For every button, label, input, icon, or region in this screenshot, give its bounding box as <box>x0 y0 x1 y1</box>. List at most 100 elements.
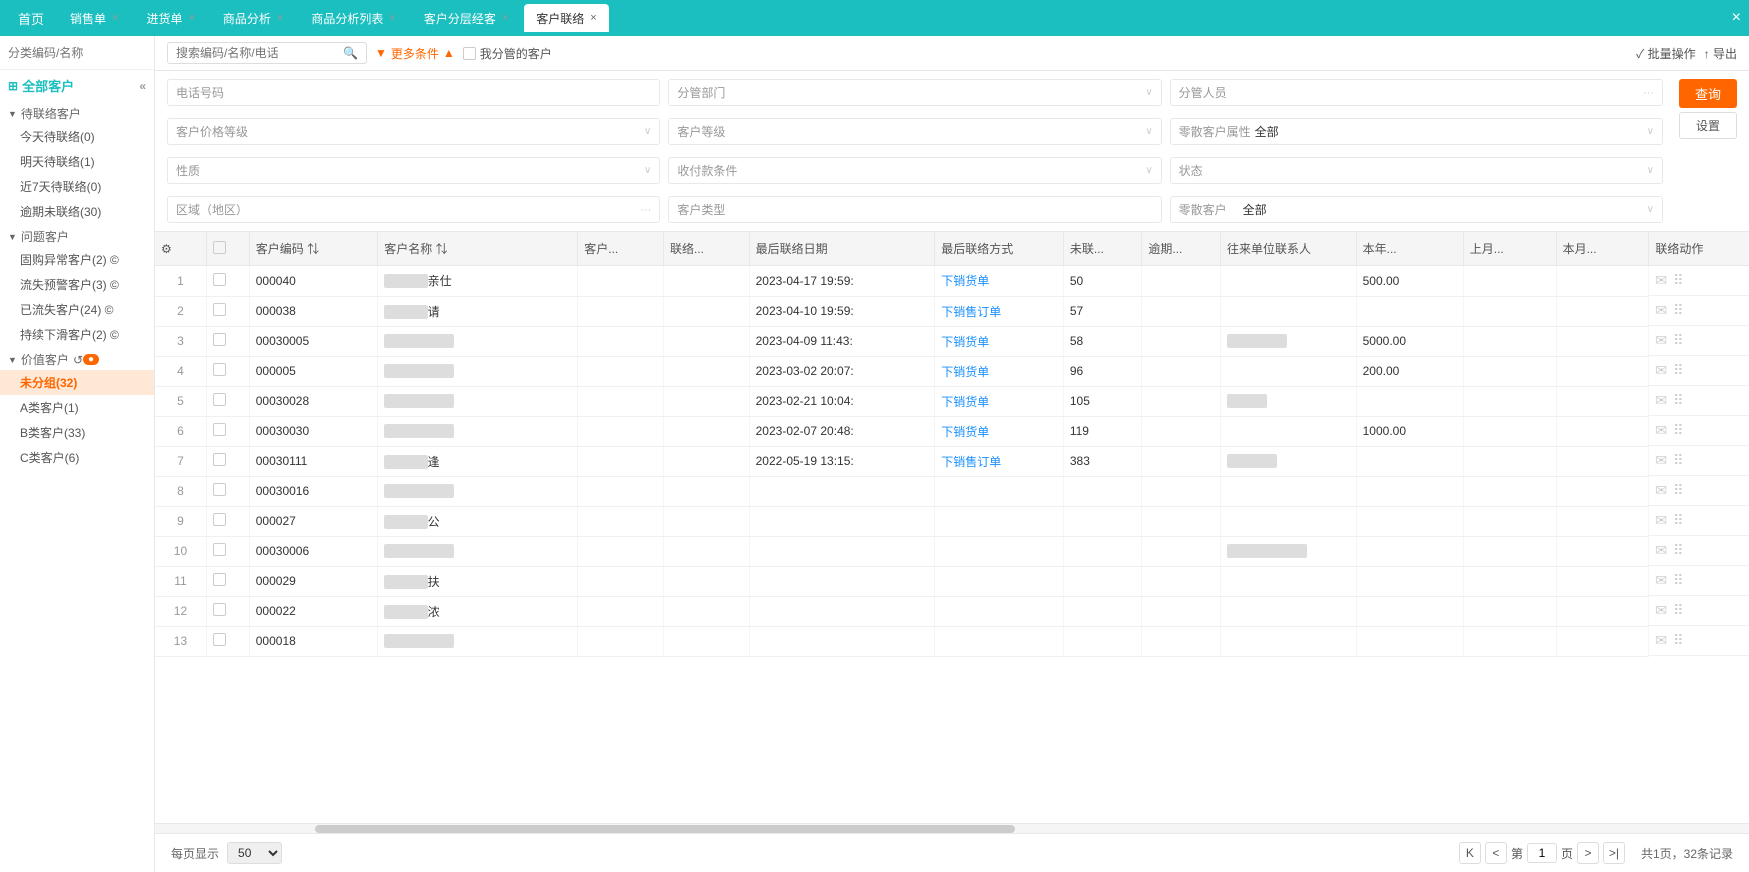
row-checkbox[interactable] <box>213 303 226 316</box>
row-checkbox[interactable] <box>213 333 226 346</box>
th-no-contact[interactable]: 未联... <box>1063 232 1142 266</box>
more-action-icon[interactable]: ⠿ <box>1673 302 1683 319</box>
row-checkbox[interactable] <box>213 483 226 496</box>
first-page-btn[interactable]: K <box>1459 842 1481 864</box>
close-tab-customer-contact[interactable]: × <box>590 12 596 24</box>
sidebar-item-overdue[interactable]: 逾期未联络(30) <box>0 199 154 224</box>
page-number-input[interactable] <box>1527 843 1557 863</box>
th-unit-contact[interactable]: 往来单位联系人 <box>1220 232 1356 266</box>
contact-icon[interactable]: ✉ <box>1655 272 1667 289</box>
sidebar-collapse-btn[interactable]: « <box>139 79 146 93</box>
last-contact-way[interactable]: 下销售订单 <box>941 305 1001 319</box>
export-btn[interactable]: ↑ 导出 <box>1704 45 1737 62</box>
close-tab-goods-analysis[interactable]: × <box>277 12 283 24</box>
reset-button[interactable]: 设置 <box>1679 112 1737 139</box>
row-checkbox[interactable] <box>213 273 226 286</box>
row-checkbox[interactable] <box>213 513 226 526</box>
group-problem-customers[interactable]: ▼ 问题客户 <box>0 224 154 247</box>
close-tab-purchase[interactable]: × <box>188 12 194 24</box>
batch-op-btn[interactable]: ✓ 批量操作 <box>1636 45 1696 62</box>
contact-icon[interactable]: ✉ <box>1655 452 1667 469</box>
close-tab-goods-list[interactable]: × <box>389 12 395 24</box>
filter-payment[interactable]: 收付款条件 ∨ <box>668 157 1161 184</box>
more-action-icon[interactable]: ⠿ <box>1673 272 1683 289</box>
sidebar-item-today[interactable]: 今天待联络(0) <box>0 124 154 149</box>
select-all-checkbox[interactable] <box>213 241 226 254</box>
contact-icon[interactable]: ✉ <box>1655 362 1667 379</box>
all-customers-header[interactable]: ⊞ 全部客户 « <box>0 70 154 101</box>
close-tab-sales[interactable]: × <box>112 12 118 24</box>
more-action-icon[interactable]: ⠿ <box>1673 632 1683 649</box>
main-search-input[interactable] <box>176 46 339 60</box>
page-size-select[interactable]: 50 20 100 <box>227 842 282 864</box>
th-last-date[interactable]: 最后联络日期 <box>749 232 935 266</box>
prev-page-btn[interactable]: < <box>1485 842 1507 864</box>
sidebar-item-churned[interactable]: 已流失客户(24) © <box>0 297 154 322</box>
last-contact-way[interactable]: 下销售订单 <box>941 455 1001 469</box>
contact-icon[interactable]: ✉ <box>1655 512 1667 529</box>
contact-icon[interactable]: ✉ <box>1655 572 1667 589</box>
scrollbar-thumb[interactable] <box>315 825 1015 833</box>
query-button[interactable]: 查询 <box>1679 79 1737 108</box>
row-checkbox[interactable] <box>213 633 226 646</box>
tab-sales[interactable]: 销售单 × <box>58 4 130 32</box>
filter-customer-type[interactable]: 客户类型 <box>668 196 1161 223</box>
filter-phone[interactable]: 电话号码 <box>167 79 660 106</box>
sidebar-item-churn-warn[interactable]: 流失预警客户(3) © <box>0 272 154 297</box>
filter-person[interactable]: 分管人员 ··· <box>1170 79 1663 106</box>
contact-icon[interactable]: ✉ <box>1655 482 1667 499</box>
filter-nature[interactable]: 性质 ∨ <box>167 157 660 184</box>
sidebar-item-tomorrow[interactable]: 明天待联络(1) <box>0 149 154 174</box>
contact-icon[interactable]: ✉ <box>1655 302 1667 319</box>
last-contact-way[interactable]: 下销货单 <box>941 425 989 439</box>
tab-customer-segment[interactable]: 客户分层经客 × <box>412 4 520 32</box>
settings-gear-icon[interactable]: ⚙ <box>161 242 172 256</box>
more-action-icon[interactable]: ⠿ <box>1673 602 1683 619</box>
row-checkbox[interactable] <box>213 543 226 556</box>
more-action-icon[interactable]: ⠿ <box>1673 542 1683 559</box>
row-checkbox[interactable] <box>213 603 226 616</box>
last-contact-way[interactable]: 下销货单 <box>941 365 989 379</box>
tab-goods-analysis[interactable]: 商品分析 × <box>211 4 295 32</box>
sidebar-item-ungroup[interactable]: 未分组(32) <box>0 370 154 395</box>
filter-retail-customer[interactable]: 零散客户 全部 ∨ <box>1170 196 1663 223</box>
more-filters-btn[interactable]: ▼ 更多条件 ▲ <box>375 45 455 62</box>
last-contact-way[interactable]: 下销货单 <box>941 274 989 288</box>
filter-dept[interactable]: 分管部门 ∨ <box>668 79 1161 106</box>
th-this-month[interactable]: 本月... <box>1556 232 1649 266</box>
horizontal-scrollbar[interactable] <box>155 823 1749 833</box>
row-checkbox[interactable] <box>213 453 226 466</box>
th-contact[interactable]: 联络... <box>663 232 749 266</box>
search-box[interactable]: 🔍 <box>167 42 367 64</box>
row-checkbox[interactable] <box>213 393 226 406</box>
sidebar-item-abnormal[interactable]: 固购异常客户(2) © <box>0 247 154 272</box>
last-page-btn[interactable]: >| <box>1603 842 1625 864</box>
sidebar-item-a-class[interactable]: A类客户(1) <box>0 395 154 420</box>
main-search-icon[interactable]: 🔍 <box>343 46 358 60</box>
filter-retail-attr[interactable]: 零散客户属性 全部 ∨ <box>1170 118 1663 145</box>
more-action-icon[interactable]: ⠿ <box>1673 362 1683 379</box>
filter-customer-grade[interactable]: 客户等级 ∨ <box>668 118 1161 145</box>
group-pending-contact[interactable]: ▼ 待联络客户 <box>0 101 154 124</box>
group-value-customers[interactable]: ▼ 价值客户 ↺ ● <box>0 347 154 370</box>
sidebar-item-declining[interactable]: 持续下滑客户(2) © <box>0 322 154 347</box>
sidebar-item-7days[interactable]: 近7天待联络(0) <box>0 174 154 199</box>
more-action-icon[interactable]: ⠿ <box>1673 512 1683 529</box>
contact-icon[interactable]: ✉ <box>1655 422 1667 439</box>
home-tab[interactable]: 首页 <box>8 9 54 28</box>
my-customers-toggle[interactable]: 我分管的客户 <box>463 45 552 62</box>
tab-goods-list[interactable]: 商品分析列表 × <box>299 4 407 32</box>
more-action-icon[interactable]: ⠿ <box>1673 572 1683 589</box>
th-settings[interactable]: ⚙ <box>155 232 206 266</box>
tab-purchase[interactable]: 进货单 × <box>134 4 206 32</box>
th-overdue[interactable]: 逾期... <box>1142 232 1221 266</box>
more-action-icon[interactable]: ⠿ <box>1673 452 1683 469</box>
filter-status[interactable]: 状态 ∨ <box>1170 157 1663 184</box>
sidebar-item-b-class[interactable]: B类客户(33) <box>0 420 154 445</box>
sidebar-search-input[interactable] <box>8 46 155 60</box>
tab-customer-contact[interactable]: 客户联络 × <box>524 4 608 32</box>
more-action-icon[interactable]: ⠿ <box>1673 422 1683 439</box>
contact-icon[interactable]: ✉ <box>1655 542 1667 559</box>
filter-region[interactable]: 区域（地区） ··· <box>167 196 660 223</box>
contact-icon[interactable]: ✉ <box>1655 332 1667 349</box>
